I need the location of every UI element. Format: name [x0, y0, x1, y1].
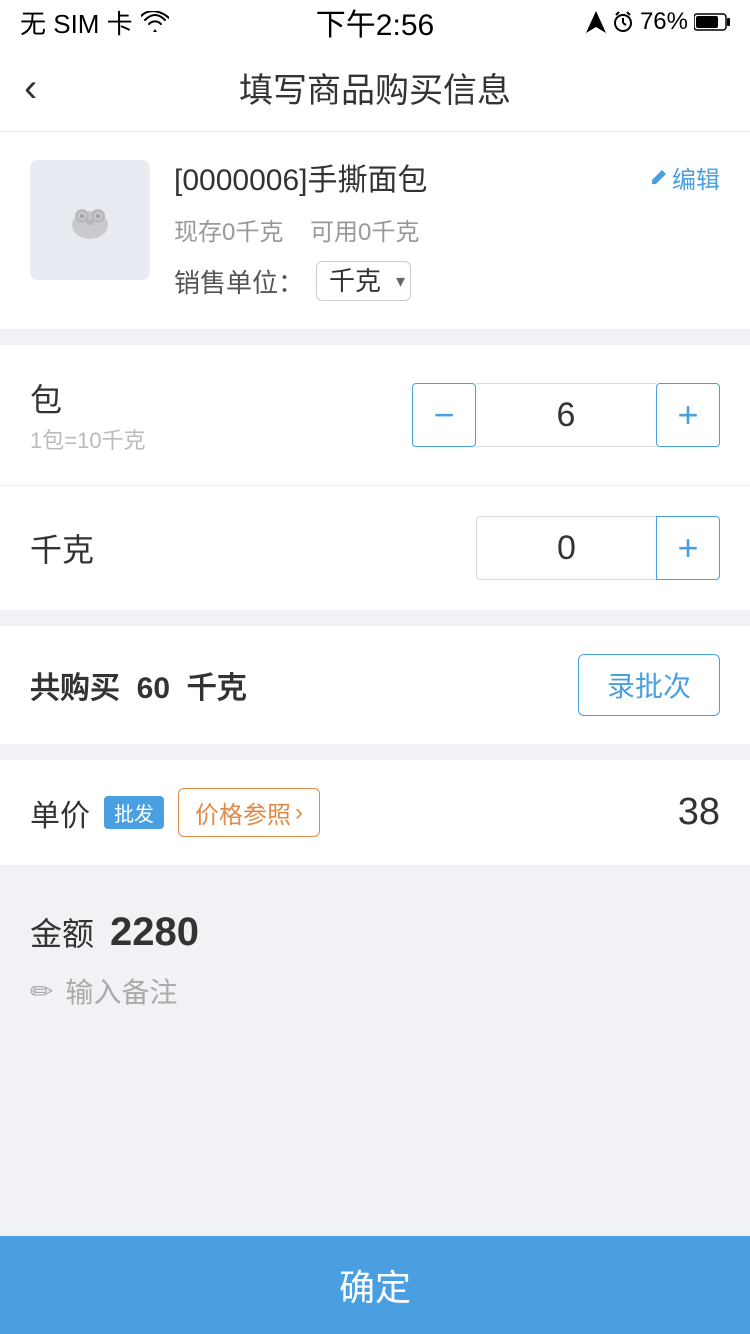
bao-quantity-input[interactable] — [476, 383, 656, 447]
confirm-bar[interactable]: 确定 — [0, 1236, 750, 1334]
price-value: 38 — [678, 791, 720, 834]
kg-controls: + — [476, 516, 720, 580]
price-label: 单价 — [30, 791, 90, 835]
product-stock: 现存0千克 可用0千克 — [174, 212, 720, 247]
amount-value: 2280 — [110, 910, 199, 955]
price-label-group: 单价 批发 价格参照 › — [30, 788, 320, 837]
quantity-kg-row: 千克 + — [0, 486, 750, 610]
bao-sublabel: 1包=10千克 — [30, 423, 412, 455]
back-button[interactable]: ‹ — [24, 68, 37, 108]
price-ref-button[interactable]: 价格参照 › — [178, 788, 320, 837]
bao-label: 包 — [30, 375, 412, 421]
note-icon: ✏ — [30, 975, 53, 1008]
content-spacer — [0, 1031, 750, 1236]
note-placeholder: 输入备注 — [65, 971, 177, 1011]
batch-tag: 批发 — [104, 796, 164, 829]
batch-button[interactable]: 录批次 — [578, 654, 720, 716]
product-unit-row: 销售单位： 千克 — [174, 261, 720, 301]
battery-text: 76% — [640, 8, 688, 36]
confirm-button[interactable]: 确定 — [339, 1259, 411, 1311]
price-row: 单价 批发 价格参照 › 38 — [0, 760, 750, 865]
note-row[interactable]: ✏ 输入备注 — [30, 971, 720, 1011]
edit-button[interactable]: 编辑 — [648, 160, 720, 195]
carrier-text: 无 SIM 卡 — [20, 4, 133, 41]
price-section: 单价 批发 价格参照 › 38 — [0, 760, 750, 865]
quantity-bao-row: 包 1包=10千克 − + — [0, 345, 750, 486]
kg-plus-button[interactable]: + — [656, 516, 720, 580]
total-section: 共购买 60 千克 录批次 — [0, 626, 750, 744]
status-bar: 无 SIM 卡 下午2:56 76% — [0, 0, 750, 44]
product-name: [0000006]手撕面包 — [174, 160, 427, 202]
bao-controls: − + — [412, 383, 720, 447]
total-row: 共购买 60 千克 录批次 — [0, 626, 750, 744]
status-time: 下午2:56 — [316, 0, 434, 44]
amount-section: 金额 2280 ✏ 输入备注 — [0, 881, 750, 1031]
product-info: [0000006]手撕面包 编辑 现存0千克 可用0千克 销售单位： 千克 — [174, 160, 720, 301]
bao-minus-button[interactable]: − — [412, 383, 476, 447]
amount-label: 金额 — [30, 909, 94, 955]
location-icon — [586, 11, 606, 33]
page-title: 填写商品购买信息 — [239, 63, 511, 112]
kg-label: 千克 — [30, 525, 476, 571]
battery-icon — [694, 13, 730, 31]
wifi-icon — [141, 11, 169, 33]
alarm-icon — [612, 11, 634, 33]
total-text: 共购买 60 千克 — [30, 663, 247, 707]
bao-plus-button[interactable]: + — [656, 383, 720, 447]
status-right: 76% — [586, 8, 730, 36]
quantity-section: 包 1包=10千克 − + 千克 + — [0, 345, 750, 610]
unit-select[interactable]: 千克 — [316, 261, 411, 301]
nav-bar: ‹ 填写商品购买信息 — [0, 44, 750, 132]
product-card: [0000006]手撕面包 编辑 现存0千克 可用0千克 销售单位： 千克 — [0, 132, 750, 329]
kg-quantity-input[interactable] — [476, 516, 656, 580]
product-thumbnail — [30, 160, 150, 280]
total-amount: 60 — [137, 672, 170, 705]
unit-label: 销售单位： — [174, 263, 304, 300]
amount-row: 金额 2280 — [30, 909, 720, 955]
status-carrier: 无 SIM 卡 — [20, 4, 169, 41]
unit-select-wrap[interactable]: 千克 — [316, 261, 411, 301]
